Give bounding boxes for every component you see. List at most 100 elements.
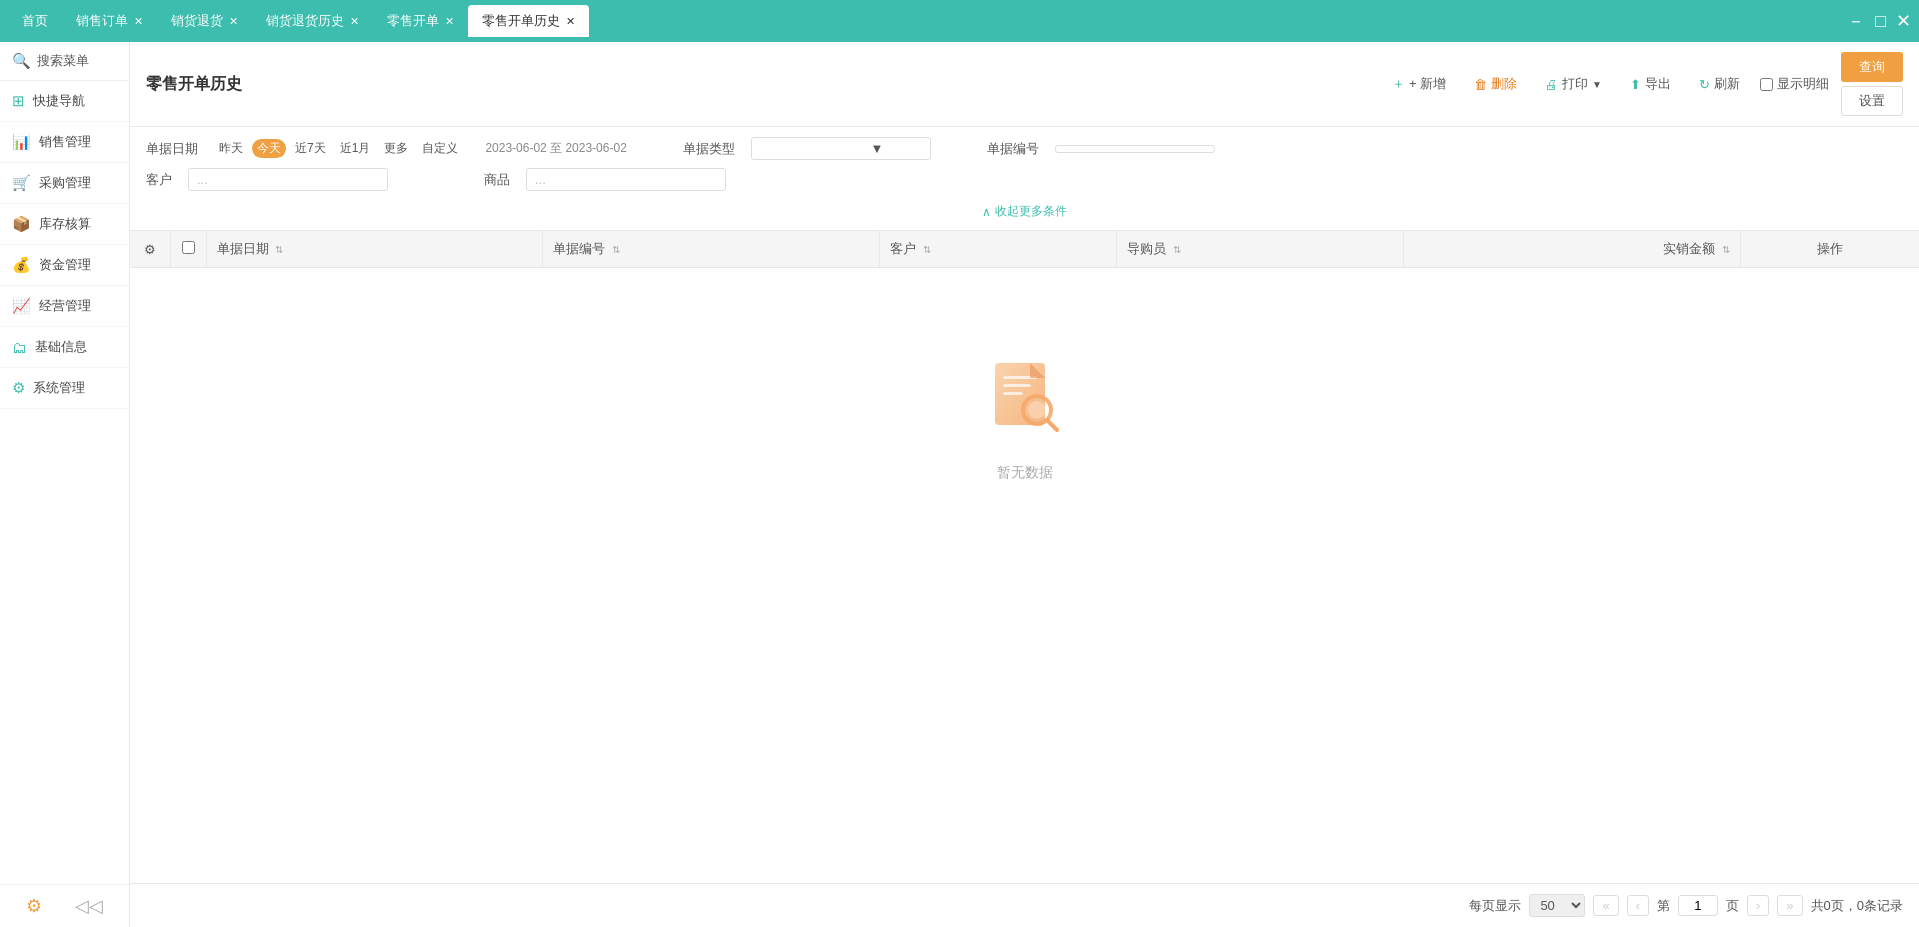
th-guide[interactable]: 导购员 ⇅ bbox=[1117, 231, 1404, 268]
collapse-up-icon: ∧ bbox=[982, 205, 991, 219]
minimize-icon[interactable]: － bbox=[1847, 9, 1865, 33]
doc-type-label: 单据类型 bbox=[683, 140, 735, 158]
add-button[interactable]: ＋ + 新增 bbox=[1384, 71, 1454, 97]
shortcut-today[interactable]: 今天 bbox=[252, 139, 286, 158]
th-amount[interactable]: 实销金额 ⇅ bbox=[1403, 231, 1740, 268]
tab-sales-order[interactable]: 销售订单 ✕ bbox=[62, 5, 157, 37]
maximize-icon[interactable]: □ bbox=[1875, 11, 1886, 32]
export-label: 导出 bbox=[1645, 75, 1671, 93]
collapse-more-btn[interactable]: ∧ 收起更多条件 bbox=[146, 199, 1903, 224]
next-page-btn[interactable]: › bbox=[1747, 895, 1769, 916]
sidebar-item-quick-nav[interactable]: ⊞ 快捷导航 bbox=[0, 81, 129, 122]
th-customer[interactable]: 客户 ⇅ bbox=[880, 231, 1117, 268]
tab-sales-return-history[interactable]: 销货退货历史 ✕ bbox=[252, 5, 373, 37]
tab-retail-open-close[interactable]: ✕ bbox=[445, 15, 454, 28]
refresh-label: 刷新 bbox=[1714, 75, 1740, 93]
window-close-icon[interactable]: ✕ bbox=[1896, 10, 1911, 32]
tab-sales-return-history-label: 销货退货历史 bbox=[266, 12, 344, 30]
customer-placeholder: ... bbox=[197, 172, 208, 187]
last-page-btn[interactable]: » bbox=[1777, 895, 1802, 916]
refresh-button[interactable]: ↻ 刷新 bbox=[1691, 71, 1748, 97]
query-button[interactable]: 查询 bbox=[1841, 52, 1903, 82]
sort-date-icon: ⇅ bbox=[275, 244, 283, 255]
delete-label: 删除 bbox=[1491, 75, 1517, 93]
goods-input[interactable]: ... bbox=[526, 168, 726, 191]
tab-home[interactable]: 首页 bbox=[8, 5, 62, 37]
purchase-mgmt-icon: 🛒 bbox=[12, 174, 31, 192]
page-number-input[interactable] bbox=[1678, 895, 1718, 916]
sidebar-search-label: 搜索菜单 bbox=[37, 52, 89, 70]
page-suffix: 页 bbox=[1726, 897, 1739, 915]
settings-icon[interactable]: ⚙ bbox=[144, 242, 156, 257]
sidebar-item-label: 销售管理 bbox=[39, 133, 91, 151]
shortcut-1month[interactable]: 近1月 bbox=[335, 139, 376, 158]
inventory-icon: 📦 bbox=[12, 215, 31, 233]
export-button[interactable]: ⬆ 导出 bbox=[1622, 71, 1679, 97]
pagination: 每页显示 50 10 20 100 « ‹ 第 页 › » 共0页，0条记录 bbox=[130, 883, 1919, 927]
th-action: 操作 bbox=[1740, 231, 1919, 268]
query-settings-group: 查询 设置 bbox=[1841, 52, 1903, 116]
tab-sales-return[interactable]: 销货退货 ✕ bbox=[157, 5, 252, 37]
svg-rect-2 bbox=[1003, 384, 1031, 387]
finance-icon: 💰 bbox=[12, 256, 31, 274]
tab-sales-return-label: 销货退货 bbox=[171, 12, 223, 30]
toolbar: ＋ + 新增 🗑 删除 🖨 打印 ▼ ⬆ 导出 ↻ bbox=[1384, 52, 1903, 116]
th-date[interactable]: 单据日期 ⇅ bbox=[206, 231, 543, 268]
tab-retail-open[interactable]: 零售开单 ✕ bbox=[373, 5, 468, 37]
tab-sales-order-label: 销售订单 bbox=[76, 12, 128, 30]
print-icon: 🖨 bbox=[1545, 77, 1558, 92]
customer-input[interactable]: ... bbox=[188, 168, 388, 191]
th-doc-no[interactable]: 单据编号 ⇅ bbox=[543, 231, 880, 268]
th-checkbox[interactable] bbox=[170, 231, 206, 268]
tab-sales-order-close[interactable]: ✕ bbox=[134, 15, 143, 28]
collapse-sidebar-icon[interactable]: ◁◁ bbox=[75, 895, 103, 917]
per-page-select[interactable]: 50 10 20 100 bbox=[1529, 894, 1585, 917]
sidebar-item-purchase-mgmt[interactable]: 🛒 采购管理 bbox=[0, 163, 129, 204]
tab-sales-return-history-close[interactable]: ✕ bbox=[350, 15, 359, 28]
display-detail-toggle[interactable]: 显示明细 bbox=[1760, 75, 1829, 93]
refresh-icon: ↻ bbox=[1699, 77, 1710, 92]
empty-illustration bbox=[975, 348, 1075, 448]
settings-bottom-icon[interactable]: ⚙ bbox=[26, 895, 42, 917]
first-page-btn[interactable]: « bbox=[1593, 895, 1618, 916]
shortcut-more[interactable]: 更多 bbox=[379, 139, 413, 158]
prev-page-btn[interactable]: ‹ bbox=[1627, 895, 1649, 916]
export-icon: ⬆ bbox=[1630, 77, 1641, 92]
tab-sales-return-close[interactable]: ✕ bbox=[229, 15, 238, 28]
sidebar-item-operations[interactable]: 📈 经营管理 bbox=[0, 286, 129, 327]
select-all-checkbox[interactable] bbox=[182, 241, 195, 254]
sidebar-item-basic-info[interactable]: 🗂 基础信息 bbox=[0, 327, 129, 368]
doc-type-select[interactable]: ▼ bbox=[751, 137, 931, 160]
doc-no-input[interactable] bbox=[1055, 145, 1215, 153]
sort-docno-icon: ⇅ bbox=[612, 244, 620, 255]
doc-type-dropdown-icon: ▼ bbox=[870, 141, 921, 156]
tab-retail-history[interactable]: 零售开单历史 ✕ bbox=[468, 5, 589, 37]
empty-state: 暂无数据 bbox=[130, 268, 1919, 562]
display-detail-checkbox[interactable] bbox=[1760, 78, 1773, 91]
delete-icon: 🗑 bbox=[1474, 77, 1487, 92]
sidebar-item-label: 基础信息 bbox=[35, 338, 87, 356]
tab-retail-history-close[interactable]: ✕ bbox=[566, 15, 575, 28]
sidebar-item-label: 库存核算 bbox=[39, 215, 91, 233]
tab-bar: 首页 销售订单 ✕ 销货退货 ✕ 销货退货历史 ✕ 零售开单 ✕ 零售开单历史 … bbox=[0, 0, 1919, 42]
print-button[interactable]: 🖨 打印 ▼ bbox=[1537, 71, 1610, 97]
sidebar-item-finance[interactable]: 💰 资金管理 bbox=[0, 245, 129, 286]
per-page-label: 每页显示 bbox=[1469, 897, 1521, 915]
sidebar-item-system[interactable]: ⚙ 系统管理 bbox=[0, 368, 129, 409]
filter-area: 单据日期 昨天 今天 近7天 近1月 更多 自定义 2023-06-02 至 2… bbox=[130, 127, 1919, 231]
shortcut-yesterday[interactable]: 昨天 bbox=[214, 139, 248, 158]
page-header: 零售开单历史 ＋ + 新增 🗑 删除 🖨 打印 ▼ ⬆ 导出 bbox=[130, 42, 1919, 127]
tab-retail-open-label: 零售开单 bbox=[387, 12, 439, 30]
sidebar-item-sales-mgmt[interactable]: 📊 销售管理 bbox=[0, 122, 129, 163]
settings-button[interactable]: 设置 bbox=[1841, 86, 1903, 116]
customer-label: 客户 bbox=[146, 171, 172, 189]
shortcut-7days[interactable]: 近7天 bbox=[290, 139, 331, 158]
data-table: ⚙ 单据日期 ⇅ 单据编号 ⇅ bbox=[130, 231, 1919, 562]
delete-button[interactable]: 🗑 删除 bbox=[1466, 71, 1525, 97]
th-settings[interactable]: ⚙ bbox=[130, 231, 170, 268]
shortcut-custom[interactable]: 自定义 bbox=[417, 139, 463, 158]
sidebar-search[interactable]: 🔍 搜索菜单 bbox=[0, 42, 129, 81]
date-label: 单据日期 bbox=[146, 140, 198, 158]
sidebar-item-inventory[interactable]: 📦 库存核算 bbox=[0, 204, 129, 245]
sidebar-bottom: ⚙ ◁◁ bbox=[0, 884, 129, 927]
